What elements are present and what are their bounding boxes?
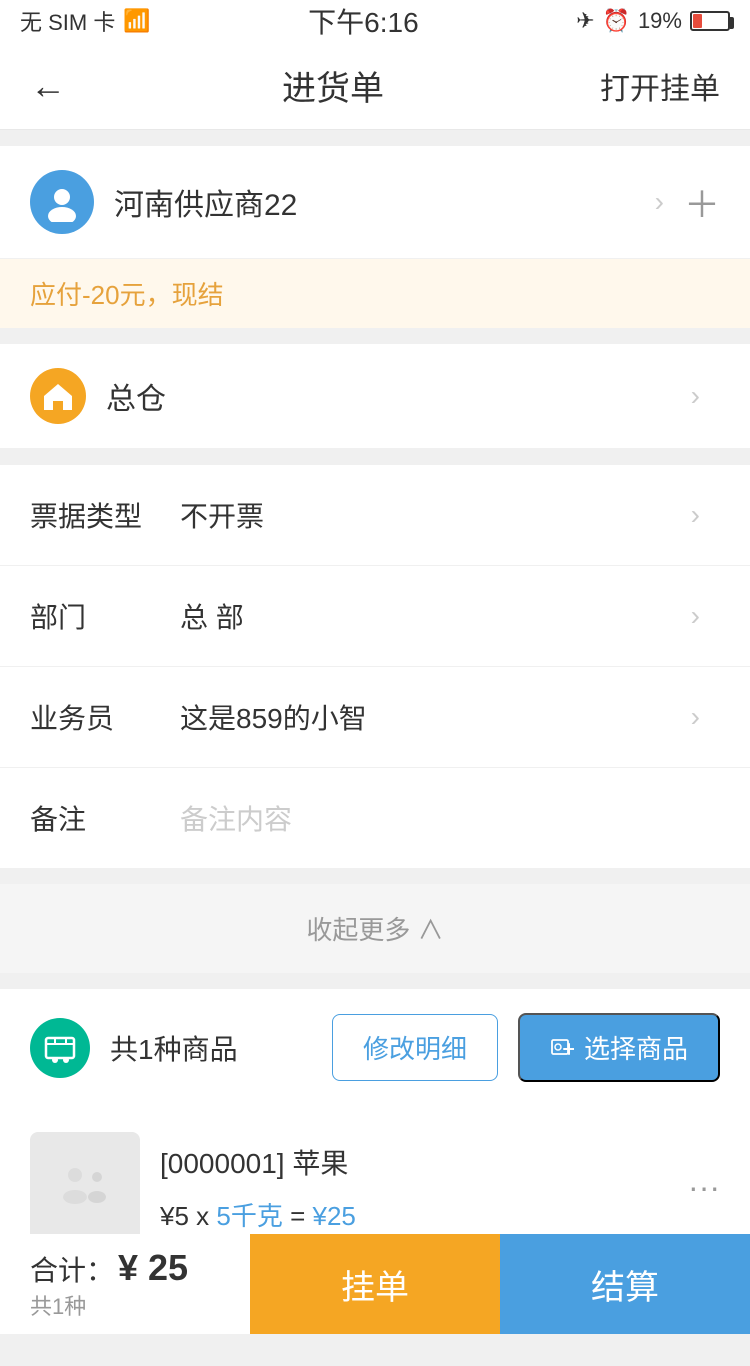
open-pending-button[interactable]: 打开挂单 xyxy=(600,64,720,108)
product-code: [0000001] xyxy=(160,1148,285,1179)
add-button[interactable]: ＋ xyxy=(684,176,720,228)
status-right: ✈ ⏰ 19% xyxy=(576,8,730,34)
location-icon: ✈ xyxy=(576,8,594,34)
footer-bar: 合计： ¥ 25 共1种 挂单 结算 xyxy=(0,1234,750,1334)
content-area: 河南供应商22 › ＋ 应付-20元，现结 总仓 › 票据类型 不开票 › 部门 xyxy=(0,146,750,1366)
remark-row[interactable]: 备注 备注内容 xyxy=(0,767,750,868)
collapse-button[interactable]: 收起更多 ∧ xyxy=(0,884,750,973)
product-info: [0000001] 苹果 ¥5 x 5千克 = ¥25 xyxy=(160,1142,668,1233)
supplier-card: 河南供应商22 › ＋ 应付-20元，现结 xyxy=(0,146,750,328)
unit-price: ¥5 xyxy=(160,1201,189,1231)
cart-icon xyxy=(30,1018,90,1078)
status-time: 下午6:16 xyxy=(308,1,419,41)
supplier-avatar xyxy=(30,170,94,234)
product-count-text: 共1种商品 xyxy=(110,1028,312,1068)
wifi-icon: 📶 xyxy=(123,8,150,34)
warehouse-row[interactable]: 总仓 › xyxy=(0,344,750,448)
quantity: 5千克 xyxy=(216,1201,282,1231)
equals-sign: = xyxy=(290,1201,312,1231)
settle-button[interactable]: 结算 xyxy=(500,1234,750,1334)
supplier-chevron-icon: › xyxy=(655,186,664,218)
product-more-button[interactable]: ··· xyxy=(688,1169,720,1206)
pending-button[interactable]: 挂单 xyxy=(250,1234,500,1334)
products-header: 共1种商品 修改明细 选择商品 xyxy=(0,989,750,1106)
footer-total: 合计： ¥ 25 共1种 xyxy=(0,1247,250,1321)
nav-bar: ← 进货单 打开挂单 xyxy=(0,42,750,130)
salesman-chevron-icon: › xyxy=(691,701,700,733)
notice-bar: 应付-20元，现结 xyxy=(0,259,750,328)
select-product-button[interactable]: 选择商品 xyxy=(518,1013,720,1082)
product-price: ¥5 x 5千克 = ¥25 xyxy=(160,1196,668,1233)
department-label: 部门 xyxy=(30,596,150,636)
total-amount: ¥ 25 xyxy=(118,1247,188,1289)
product-name: [0000001] 苹果 xyxy=(160,1142,668,1182)
supplier-row[interactable]: 河南供应商22 › ＋ xyxy=(0,146,750,259)
sim-status: 无 SIM 卡 xyxy=(20,5,115,37)
remark-placeholder: 备注内容 xyxy=(180,798,720,838)
battery-percent: 19% xyxy=(638,8,682,34)
edit-detail-button[interactable]: 修改明细 xyxy=(332,1014,498,1081)
ticket-type-chevron-icon: › xyxy=(691,499,700,531)
total-count: 共1种 xyxy=(30,1289,220,1321)
department-chevron-icon: › xyxy=(691,600,700,632)
supplier-name: 河南供应商22 xyxy=(114,180,655,224)
alarm-icon: ⏰ xyxy=(603,8,630,34)
warehouse-chevron-icon: › xyxy=(691,380,700,412)
salesman-value: 这是859的小智 xyxy=(180,697,691,737)
status-left: 无 SIM 卡 📶 xyxy=(20,5,151,37)
battery-icon xyxy=(690,11,730,31)
ticket-type-value: 不开票 xyxy=(180,495,691,535)
ticket-type-row[interactable]: 票据类型 不开票 › xyxy=(0,464,750,565)
multiply-sign: x xyxy=(196,1201,216,1231)
salesman-row[interactable]: 业务员 这是859的小智 › xyxy=(0,666,750,767)
products-section: 共1种商品 修改明细 选择商品 xyxy=(0,989,750,1266)
page-title: 进货单 xyxy=(282,61,384,110)
subtotal: ¥25 xyxy=(313,1201,356,1231)
back-button[interactable]: ← xyxy=(30,65,66,107)
warehouse-name: 总仓 xyxy=(106,374,691,418)
salesman-label: 业务员 xyxy=(30,697,150,737)
fields-card: 票据类型 不开票 › 部门 总 部 › 业务员 这是859的小智 › 备注 备注… xyxy=(0,464,750,868)
department-value: 总 部 xyxy=(180,596,691,636)
remark-label: 备注 xyxy=(30,798,150,838)
select-product-label: 选择商品 xyxy=(584,1029,688,1066)
total-label: 合计： xyxy=(30,1249,114,1289)
department-row[interactable]: 部门 总 部 › xyxy=(0,565,750,666)
warehouse-icon xyxy=(30,368,86,424)
warehouse-card: 总仓 › xyxy=(0,344,750,448)
status-bar: 无 SIM 卡 📶 下午6:16 ✈ ⏰ 19% xyxy=(0,0,750,42)
ticket-type-label: 票据类型 xyxy=(30,495,150,535)
product-title: 苹果 xyxy=(292,1148,348,1179)
product-thumbnail xyxy=(30,1132,140,1242)
